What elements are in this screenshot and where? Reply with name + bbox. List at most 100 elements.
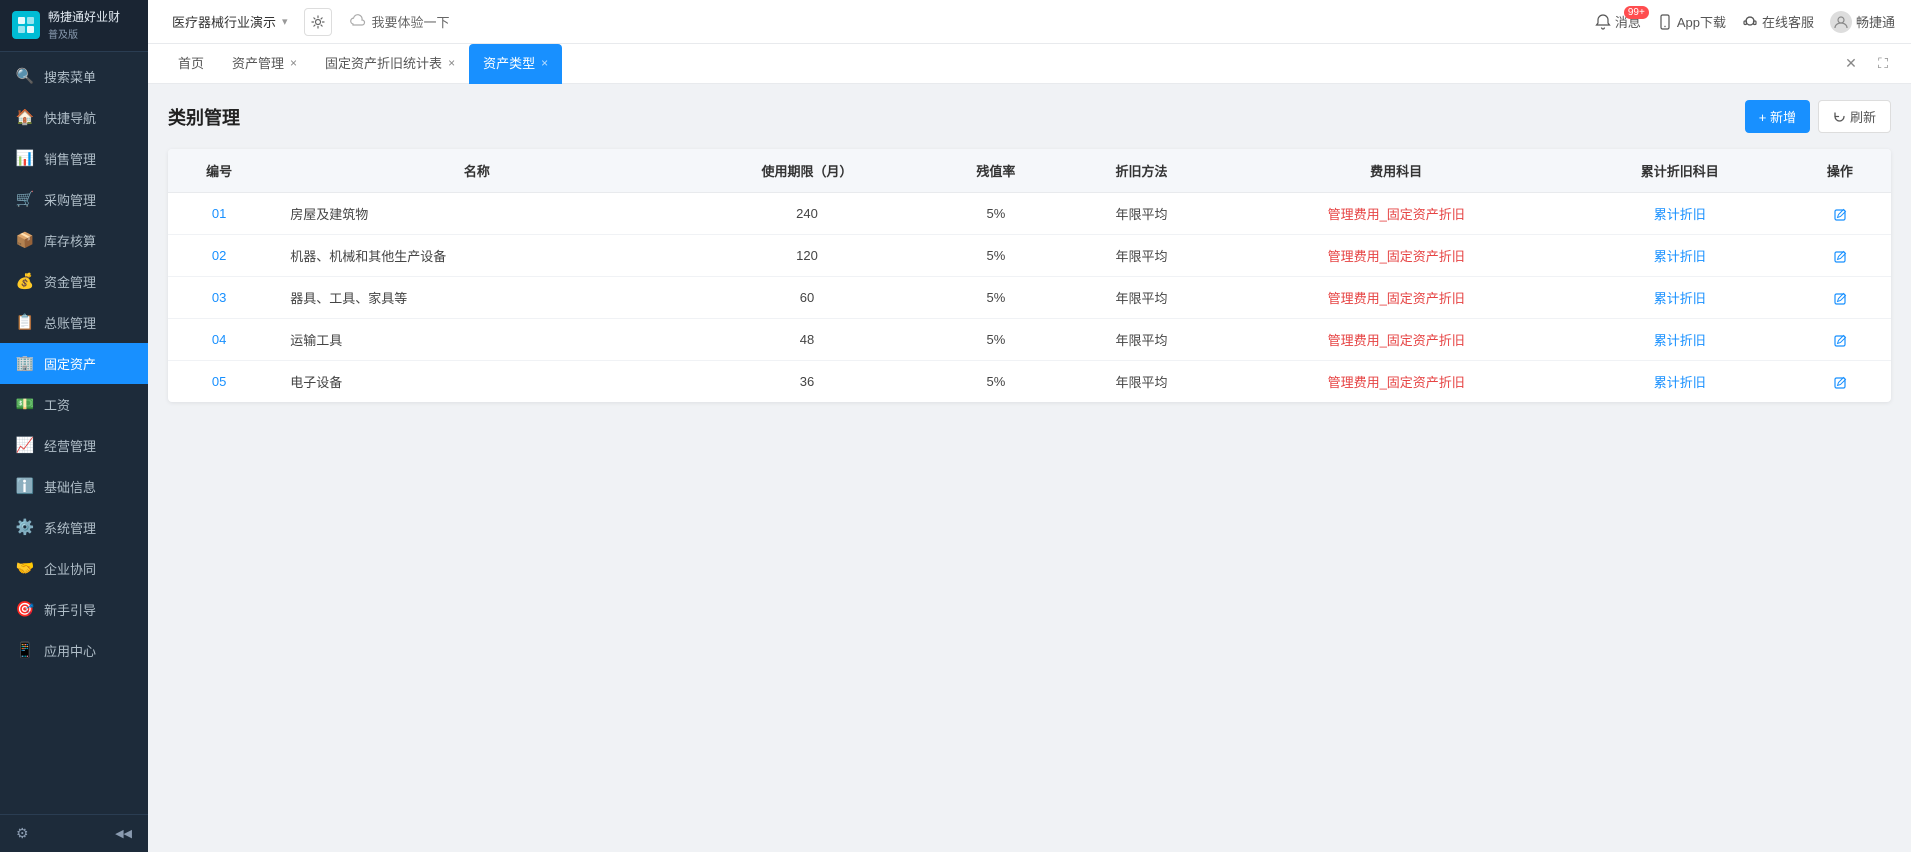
cell-method: 年限平均 bbox=[1061, 361, 1221, 403]
tab-close-depreciation-table[interactable]: × bbox=[448, 56, 455, 70]
cloud-icon bbox=[350, 14, 366, 30]
nav-icon-business: 📈 bbox=[16, 436, 34, 454]
cell-action[interactable] bbox=[1789, 235, 1891, 277]
industry-selector[interactable]: 医疗器械行业演示 ▾ bbox=[164, 8, 296, 35]
tab-label-asset-mgmt: 资产管理 bbox=[232, 53, 284, 72]
settings-button[interactable] bbox=[304, 8, 332, 36]
edit-icon[interactable] bbox=[1833, 247, 1847, 263]
sidebar-item-fixed-assets[interactable]: 🏢 固定资产 bbox=[0, 343, 148, 384]
tab-close-asset-mgmt[interactable]: × bbox=[290, 56, 297, 70]
edit-icon[interactable] bbox=[1833, 331, 1847, 347]
table-row: 02 机器、机械和其他生产设备 120 5% 年限平均 管理费用_固定资产折旧 … bbox=[168, 235, 1891, 277]
online-service-button[interactable]: 在线客服 bbox=[1742, 12, 1814, 31]
topbar-left: 医疗器械行业演示 ▾ 我要体验一下 bbox=[164, 8, 1583, 36]
sidebar-item-ledger[interactable]: 📋 总账管理 bbox=[0, 302, 148, 343]
page-header: 类别管理 + 新增 刷新 bbox=[168, 100, 1891, 133]
close-window-button[interactable]: ✕ bbox=[1839, 52, 1863, 76]
sidebar-item-app-center[interactable]: 📱 应用中心 bbox=[0, 630, 148, 671]
cell-residual: 5% bbox=[930, 361, 1061, 403]
settings-icon[interactable]: ⚙ bbox=[16, 825, 29, 842]
cell-action[interactable] bbox=[1789, 319, 1891, 361]
avatar bbox=[1830, 11, 1852, 33]
dropdown-arrow-icon: ▾ bbox=[282, 15, 288, 28]
topbar: 医疗器械行业演示 ▾ 我要体验一下 bbox=[148, 0, 1911, 44]
notifications-button[interactable]: 消息 99+ bbox=[1595, 12, 1641, 31]
cell-action[interactable] bbox=[1789, 193, 1891, 235]
cell-action[interactable] bbox=[1789, 277, 1891, 319]
sidebar-item-guide[interactable]: 🎯 新手引导 bbox=[0, 589, 148, 630]
sidebar-item-inventory[interactable]: 📦 库存核算 bbox=[0, 220, 148, 261]
collapse-icon[interactable]: ◀◀ bbox=[115, 827, 132, 840]
sidebar-item-quick-nav[interactable]: 🏠 快捷导航 bbox=[0, 97, 148, 138]
cell-residual: 5% bbox=[930, 319, 1061, 361]
bell-icon bbox=[1595, 14, 1611, 30]
nav-icon-purchase: 🛒 bbox=[16, 190, 34, 208]
sidebar-item-search[interactable]: 🔍 搜索菜单 bbox=[0, 56, 148, 97]
tab-home[interactable]: 首页 bbox=[164, 44, 218, 84]
sidebar-item-system[interactable]: ⚙️ 系统管理 bbox=[0, 507, 148, 548]
nav-icon-enterprise: 🤝 bbox=[16, 559, 34, 577]
tab-label-home: 首页 bbox=[178, 53, 204, 72]
nav-label-system: 系统管理 bbox=[44, 518, 96, 537]
cell-period: 60 bbox=[684, 277, 931, 319]
nav-label-guide: 新手引导 bbox=[44, 600, 96, 619]
app-edition: 普及版 bbox=[48, 26, 120, 41]
window-controls: ✕ ⛶ bbox=[1839, 52, 1895, 76]
maximize-window-button[interactable]: ⛶ bbox=[1871, 52, 1895, 76]
headset-icon bbox=[1742, 14, 1758, 30]
table-column-header: 编号 bbox=[168, 149, 270, 193]
cell-method: 年限平均 bbox=[1061, 235, 1221, 277]
app-name: 畅捷通好业财 bbox=[48, 10, 120, 26]
nav-icon-basics: ℹ️ bbox=[16, 477, 34, 495]
experience-label: 我要体验一下 bbox=[372, 12, 450, 31]
new-button[interactable]: + 新增 bbox=[1745, 100, 1810, 133]
edit-icon[interactable] bbox=[1833, 373, 1847, 389]
table-row: 05 电子设备 36 5% 年限平均 管理费用_固定资产折旧 累计折旧 bbox=[168, 361, 1891, 403]
user-label: 畅捷通 bbox=[1856, 12, 1895, 31]
user-button[interactable]: 畅捷通 bbox=[1830, 11, 1895, 33]
sidebar-item-business[interactable]: 📈 经营管理 bbox=[0, 425, 148, 466]
cell-method: 年限平均 bbox=[1061, 193, 1221, 235]
nav-icon-ledger: 📋 bbox=[16, 313, 34, 331]
sidebar-item-sales[interactable]: 📊 销售管理 bbox=[0, 138, 148, 179]
cell-period: 48 bbox=[684, 319, 931, 361]
cell-code: 05 bbox=[168, 361, 270, 403]
edit-icon[interactable] bbox=[1833, 289, 1847, 305]
notifications-badge: 99+ bbox=[1624, 6, 1649, 19]
sidebar-item-capital[interactable]: 💰 资金管理 bbox=[0, 261, 148, 302]
tab-asset-mgmt[interactable]: 资产管理 × bbox=[218, 44, 311, 84]
cell-expense: 管理费用_固定资产折旧 bbox=[1221, 193, 1570, 235]
topbar-right: 消息 99+ App下载 在线客服 bbox=[1595, 11, 1895, 33]
app-download-button[interactable]: App下载 bbox=[1657, 12, 1726, 31]
page-content: 类别管理 + 新增 刷新 编号名称使用期限（月）残值率折旧方法费用科目累计折旧科… bbox=[148, 84, 1911, 852]
sidebar-item-purchase[interactable]: 🛒 采购管理 bbox=[0, 179, 148, 220]
cell-code: 04 bbox=[168, 319, 270, 361]
app-title-block: 畅捷通好业财 普及版 bbox=[48, 10, 120, 41]
cell-residual: 5% bbox=[930, 277, 1061, 319]
table-row: 04 运输工具 48 5% 年限平均 管理费用_固定资产折旧 累计折旧 bbox=[168, 319, 1891, 361]
nav-icon-quick-nav: 🏠 bbox=[16, 108, 34, 126]
sidebar-item-basics[interactable]: ℹ️ 基础信息 bbox=[0, 466, 148, 507]
nav-label-basics: 基础信息 bbox=[44, 477, 96, 496]
cell-name: 电子设备 bbox=[270, 361, 683, 403]
refresh-button[interactable]: 刷新 bbox=[1818, 100, 1891, 133]
tab-depreciation-table[interactable]: 固定资产折旧统计表× bbox=[311, 44, 469, 84]
cell-name: 机器、机械和其他生产设备 bbox=[270, 235, 683, 277]
cell-name: 运输工具 bbox=[270, 319, 683, 361]
mobile-icon bbox=[1657, 14, 1673, 30]
cell-method: 年限平均 bbox=[1061, 277, 1221, 319]
sidebar-item-enterprise[interactable]: 🤝 企业协同 bbox=[0, 548, 148, 589]
nav-icon-guide: 🎯 bbox=[16, 600, 34, 618]
experience-button[interactable]: 我要体验一下 bbox=[340, 8, 460, 35]
tab-asset-type[interactable]: 资产类型× bbox=[469, 44, 562, 84]
sidebar-item-payroll[interactable]: 💵 工资 bbox=[0, 384, 148, 425]
nav-label-business: 经营管理 bbox=[44, 436, 96, 455]
cell-name: 房屋及建筑物 bbox=[270, 193, 683, 235]
cell-expense: 管理费用_固定资产折旧 bbox=[1221, 235, 1570, 277]
nav-icon-fixed-assets: 🏢 bbox=[16, 354, 34, 372]
edit-icon[interactable] bbox=[1833, 205, 1847, 221]
tab-close-asset-type[interactable]: × bbox=[541, 56, 548, 70]
data-table: 编号名称使用期限（月）残值率折旧方法费用科目累计折旧科目操作 01 房屋及建筑物… bbox=[168, 149, 1891, 402]
table-body: 01 房屋及建筑物 240 5% 年限平均 管理费用_固定资产折旧 累计折旧 0… bbox=[168, 193, 1891, 403]
cell-action[interactable] bbox=[1789, 361, 1891, 403]
